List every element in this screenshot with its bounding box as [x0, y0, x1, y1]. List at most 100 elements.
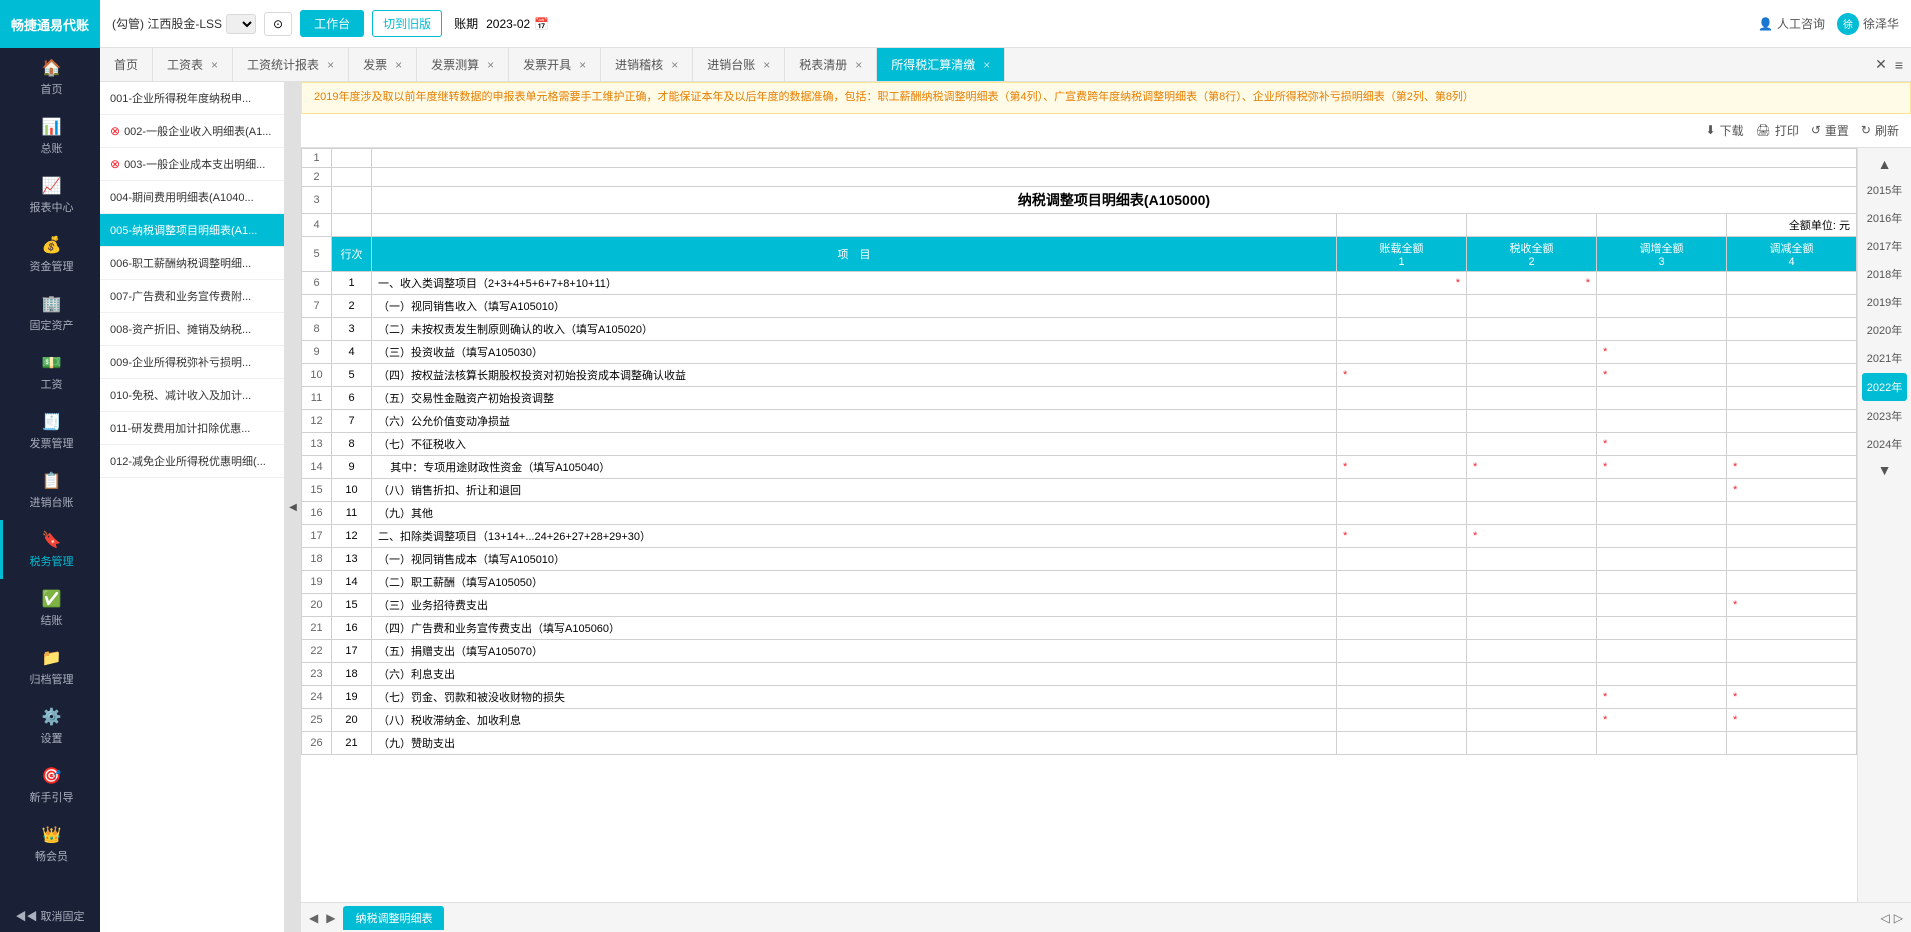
cell-c18[interactable] — [1337, 547, 1467, 570]
left-item-006[interactable]: 006-职工薪酬纳税调整明细... — [100, 247, 284, 280]
cell-f17[interactable] — [1727, 524, 1857, 547]
tab-invoice-close[interactable]: × — [395, 58, 402, 72]
cell-d4[interactable] — [1467, 213, 1597, 236]
left-item-008[interactable]: 008-资产折旧、摊销及纳税... — [100, 313, 284, 346]
cell-d9[interactable] — [1467, 340, 1597, 363]
cell-d25[interactable] — [1467, 708, 1597, 731]
cell-e10[interactable]: * — [1597, 363, 1727, 386]
refresh-button[interactable]: ↻ 刷新 — [1861, 122, 1899, 139]
cell-b22[interactable]: （五）捐赠支出（填写A105070） — [372, 639, 1337, 662]
cell-b16[interactable]: （九）其他 — [372, 501, 1337, 524]
cell-c9[interactable] — [1337, 340, 1467, 363]
cell-e25[interactable]: * — [1597, 708, 1727, 731]
cell-f14[interactable]: * — [1727, 455, 1857, 478]
sidebar-item-tax[interactable]: 🔖 税务管理 — [0, 520, 100, 579]
year-2022[interactable]: 2022年 — [1862, 373, 1907, 401]
sidebar-item-member[interactable]: 👑 畅会员 — [0, 815, 100, 874]
cell-b14[interactable]: 其中：专项用途财政性资金（填写A105040） — [372, 455, 1337, 478]
left-item-002[interactable]: ⊗ 002-一般企业收入明细表(A1... — [100, 115, 284, 148]
cell-b9[interactable]: （三）投资收益（填写A105030） — [372, 340, 1337, 363]
tab-tax-table-close[interactable]: × — [855, 58, 862, 72]
cell-e16[interactable] — [1597, 501, 1727, 524]
cell-b6[interactable]: 一、收入类调整项目（2+3+4+5+6+7+8+10+11） — [372, 271, 1337, 294]
sidebar-item-home[interactable]: 🏠 首页 — [0, 48, 100, 107]
reset-button[interactable]: ↺ 重置 — [1811, 122, 1849, 139]
cell-d18[interactable] — [1467, 547, 1597, 570]
cell-f19[interactable] — [1727, 570, 1857, 593]
cell-d11[interactable] — [1467, 386, 1597, 409]
cell-c21[interactable] — [1337, 616, 1467, 639]
cell-e11[interactable] — [1597, 386, 1727, 409]
cell-f22[interactable] — [1727, 639, 1857, 662]
copy-button[interactable]: ⊙ — [264, 12, 292, 36]
cell-d8[interactable] — [1467, 317, 1597, 340]
left-item-005[interactable]: 005-纳税调整项目明细表(A1... — [100, 214, 284, 247]
cell-e7[interactable] — [1597, 294, 1727, 317]
cell-d20[interactable] — [1467, 593, 1597, 616]
sidebar-item-salary[interactable]: 💵 工资 — [0, 343, 100, 402]
cell-d12[interactable] — [1467, 409, 1597, 432]
cell-f10[interactable] — [1727, 363, 1857, 386]
sidebar-item-purchase-sales[interactable]: 📋 进销台账 — [0, 461, 100, 520]
support-button[interactable]: 👤 人工咨询 — [1758, 15, 1825, 32]
cell-d6[interactable]: * — [1467, 271, 1597, 294]
tab-invoice-calc[interactable]: 发票测算 × — [417, 48, 509, 81]
cell-e17[interactable] — [1597, 524, 1727, 547]
tab-ledger[interactable]: 进销台账 × — [693, 48, 785, 81]
cell-f7[interactable] — [1727, 294, 1857, 317]
year-2017[interactable]: 2017年 — [1858, 232, 1911, 260]
calendar-icon[interactable]: 📅 — [534, 17, 549, 31]
year-2018[interactable]: 2018年 — [1858, 260, 1911, 288]
tab-check-close[interactable]: × — [671, 58, 678, 72]
cell-b2[interactable] — [372, 167, 1857, 186]
cell-c6[interactable]: * — [1337, 271, 1467, 294]
cell-f26[interactable] — [1727, 731, 1857, 754]
tab-tax-table[interactable]: 税表清册 × — [785, 48, 877, 81]
tab-salary-stats-close[interactable]: × — [327, 58, 334, 72]
sidebar-item-guide[interactable]: 🎯 新手引导 — [0, 756, 100, 815]
cell-b26[interactable]: （九）赞助支出 — [372, 731, 1337, 754]
year-2023[interactable]: 2023年 — [1858, 402, 1911, 430]
cell-b19[interactable]: （二）职工薪酬（填写A105050） — [372, 570, 1337, 593]
left-item-011[interactable]: 011-研发费用加计扣除优惠... — [100, 412, 284, 445]
cell-f9[interactable] — [1727, 340, 1857, 363]
left-item-001[interactable]: 001-企业所得税年度纳税申... — [100, 82, 284, 115]
cell-d21[interactable] — [1467, 616, 1597, 639]
left-item-004[interactable]: 004-期间费用明细表(A1040... — [100, 181, 284, 214]
print-button[interactable]: 🖨 打印 — [1756, 122, 1799, 139]
cell-c24[interactable] — [1337, 685, 1467, 708]
download-button[interactable]: ⬇ 下载 — [1706, 122, 1744, 139]
sheet-tab-1[interactable]: 纳税调整明细表 — [343, 906, 444, 930]
tab-income-tax[interactable]: 所得税汇算清缴 × — [877, 48, 1005, 81]
cell-f25[interactable]: * — [1727, 708, 1857, 731]
cell-c15[interactable] — [1337, 478, 1467, 501]
cell-f21[interactable] — [1727, 616, 1857, 639]
cell-e13[interactable]: * — [1597, 432, 1727, 455]
left-item-012[interactable]: 012-减免企业所得税优惠明细(... — [100, 445, 284, 478]
cell-c19[interactable] — [1337, 570, 1467, 593]
workbench-button[interactable]: 工作台 — [300, 10, 364, 37]
cell-d26[interactable] — [1467, 731, 1597, 754]
cell-e18[interactable] — [1597, 547, 1727, 570]
tab-invoice-issue[interactable]: 发票开具 × — [509, 48, 601, 81]
cell-e23[interactable] — [1597, 662, 1727, 685]
cell-c17[interactable]: * — [1337, 524, 1467, 547]
company-dropdown[interactable] — [226, 14, 256, 34]
cell-e14[interactable]: * — [1597, 455, 1727, 478]
cell-d13[interactable] — [1467, 432, 1597, 455]
cell-f13[interactable] — [1727, 432, 1857, 455]
more-tabs[interactable]: ≡ — [1895, 57, 1903, 73]
cell-e22[interactable] — [1597, 639, 1727, 662]
sidebar-item-reports[interactable]: 📈 报表中心 — [0, 166, 100, 225]
cell-b10[interactable]: （四）按权益法核算长期股权投资对初始投资成本调整确认收益 — [372, 363, 1337, 386]
cell-b24[interactable]: （七）罚金、罚款和被没收财物的损失 — [372, 685, 1337, 708]
cell-b7[interactable]: （一）视同销售收入（填写A105010） — [372, 294, 1337, 317]
year-2024[interactable]: 2024年 — [1858, 430, 1911, 458]
cell-e6[interactable] — [1597, 271, 1727, 294]
cell-d7[interactable] — [1467, 294, 1597, 317]
cell-e20[interactable] — [1597, 593, 1727, 616]
cell-e4[interactable] — [1597, 213, 1727, 236]
cell-f8[interactable] — [1727, 317, 1857, 340]
cell-b11[interactable]: （五）交易性金融资产初始投资调整 — [372, 386, 1337, 409]
cell-c14[interactable]: * — [1337, 455, 1467, 478]
